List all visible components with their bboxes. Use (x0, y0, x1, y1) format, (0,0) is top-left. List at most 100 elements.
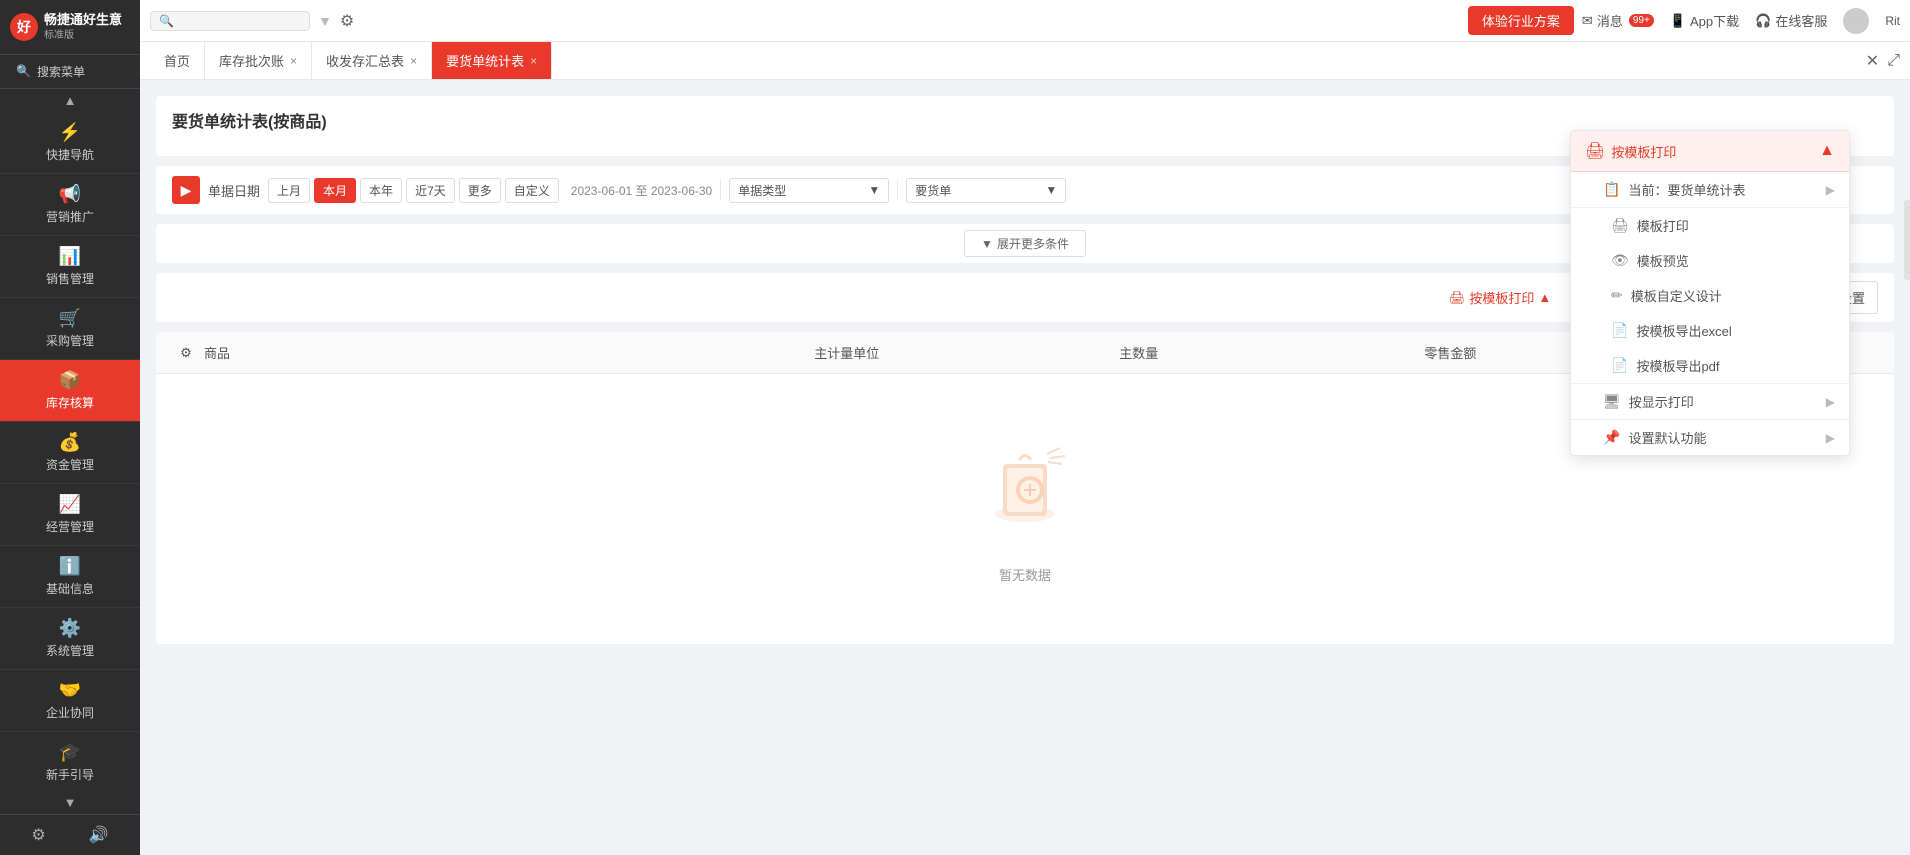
date-btn-last-month[interactable]: 上月 (268, 178, 310, 203)
tab-order-stats[interactable]: 要货单统计表 × (432, 42, 552, 79)
col-unit: 主计量单位 (814, 343, 1119, 362)
expand-more-btn[interactable]: ▼ 展开更多条件 (964, 230, 1086, 257)
window-controls: ✕ ⤢ (1856, 42, 1910, 79)
tab-inventory-batch-close[interactable]: × (290, 55, 297, 67)
scroll-up-btn[interactable]: ▲ (0, 89, 140, 112)
date-btn-more[interactable]: 更多 (459, 178, 501, 203)
dropdown-item-template-excel[interactable]: 📄 按模板导出excel (1571, 313, 1849, 348)
search-menu[interactable]: 🔍 搜索菜单 (0, 55, 140, 89)
quick-nav-icon: ⚡ (59, 122, 81, 143)
display-print-label: 按显示打印 (1629, 392, 1694, 411)
set-default-label: 设置默认功能 (1628, 428, 1706, 447)
col-gear[interactable]: ⚙ (168, 345, 204, 361)
empty-illustration (975, 434, 1075, 553)
col-product-label: 商品 (204, 343, 230, 362)
trial-button[interactable]: 体验行业方案 (1468, 6, 1574, 35)
sidebar-item-system[interactable]: ⚙️ 系统管理 (0, 608, 140, 670)
date-btn-custom[interactable]: 自定义 (505, 178, 559, 203)
order-status-select[interactable]: 要货单 ▼ (906, 178, 1066, 203)
set-default-icon: 📌 (1603, 429, 1620, 446)
display-print-arrow: ▶ (1826, 395, 1835, 409)
tab-order-stats-close[interactable]: × (530, 55, 537, 67)
sidebar-item-marketing[interactable]: 📢 营销推广 (0, 174, 140, 236)
sidebar: 好 畅捷通好生意 标准版 🔍 搜索菜单 ▲ ⚡ 快捷导航 📢 营销推广 📊 销售… (0, 0, 140, 855)
user-avatar[interactable] (1843, 8, 1869, 34)
item-preview-icon: 👁 (1611, 252, 1629, 269)
top-bar-gear-icon[interactable]: ⚙ (340, 11, 354, 31)
sidebar-label-operation: 经营管理 (46, 518, 94, 535)
tab-home[interactable]: 首页 (150, 42, 205, 79)
date-btn-7days[interactable]: 近7天 (406, 178, 455, 203)
dropdown-collapse-btn[interactable]: ▲ (1819, 142, 1835, 160)
dropdown-item-template-print[interactable]: 🖨 模板打印 (1571, 208, 1849, 243)
tab-collection-summary[interactable]: 收发存汇总表 × (312, 42, 432, 79)
col-unit-label: 主计量单位 (814, 343, 879, 362)
sidebar-nav: ⚡ 快捷导航 📢 营销推广 📊 销售管理 🛒 采购管理 📦 库存核算 💰 资金管… (0, 112, 140, 791)
item-pdf-icon: 📄 (1611, 357, 1628, 374)
audio-footer-btn[interactable]: 🔊 (89, 825, 109, 845)
current-template-arrow: ▶ (1826, 183, 1835, 197)
window-maximize-btn[interactable]: ⤢ (1887, 52, 1900, 70)
sidebar-label-inventory: 库存核算 (46, 394, 94, 411)
finance-icon: 💰 (59, 432, 81, 453)
date-btn-this-year[interactable]: 本年 (360, 178, 402, 203)
search-icon: 🔍 (16, 64, 31, 78)
dropdown-display-print[interactable]: 🖥 按显示打印 ▶ (1571, 384, 1849, 419)
window-close-btn[interactable]: ✕ (1866, 51, 1879, 71)
dropdown-item-template-pdf[interactable]: 📄 按模板导出pdf (1571, 348, 1849, 383)
tab-collection-summary-close[interactable]: × (410, 55, 417, 67)
dropdown-item-template-design[interactable]: ✏ 模板自定义设计 (1571, 278, 1849, 313)
basic-icon: ℹ️ (59, 556, 81, 577)
sidebar-item-quick-nav[interactable]: ⚡ 快捷导航 (0, 112, 140, 174)
print-chevron: ▲ (1538, 290, 1551, 305)
sidebar-item-guide[interactable]: 🎓 新手引导 (0, 732, 140, 791)
sidebar-label-collab: 企业协同 (46, 704, 94, 721)
tab-inventory-batch[interactable]: 库存批次账 × (205, 42, 312, 79)
online-service-btn[interactable]: 🎧 在线客服 (1755, 11, 1827, 30)
filter-expand-btn[interactable]: ▶ (172, 176, 200, 204)
scroll-down-btn[interactable]: ▼ (0, 791, 140, 814)
order-type-select[interactable]: 单据类型 ▼ (729, 178, 889, 203)
sidebar-item-sales[interactable]: 📊 销售管理 (0, 236, 140, 298)
filter-divider (720, 180, 721, 200)
sidebar-item-finance[interactable]: 💰 资金管理 (0, 422, 140, 484)
app-download-btn[interactable]: 📱 App下载 (1670, 11, 1739, 30)
current-template-label: 当前：要货单统计表 (1628, 180, 1745, 199)
dropdown-set-default[interactable]: 📌 设置默认功能 ▶ (1571, 420, 1849, 455)
sidebar-item-operation[interactable]: 📈 经营管理 (0, 484, 140, 546)
top-search-icon: 🔍 (159, 14, 174, 28)
top-search-input[interactable] (174, 14, 294, 28)
top-bar-dropdown-arrow[interactable]: ▼ (318, 13, 332, 29)
tabs-bar: 首页 库存批次账 × 收发存汇总表 × 要货单统计表 × ✕ ⤢ (140, 42, 1910, 80)
dropdown-header[interactable]: 🖨 按模板打印 ▲ (1571, 131, 1849, 172)
messages-btn[interactable]: ✉ 消息 99+ (1582, 11, 1654, 30)
top-bar-right: ✉ 消息 99+ 📱 App下载 🎧 在线客服 Rit (1582, 8, 1900, 34)
user-name[interactable]: Rit (1885, 14, 1900, 28)
sidebar-item-purchase[interactable]: 🛒 采购管理 (0, 298, 140, 360)
tab-collection-summary-label: 收发存汇总表 (326, 51, 404, 70)
sales-icon: 📊 (59, 246, 81, 267)
print-btn[interactable]: 🖨 按模板打印 ▲ (1441, 284, 1559, 311)
tab-order-stats-label: 要货单统计表 (446, 51, 524, 70)
dropdown-item-template-preview[interactable]: 👁 模板预览 (1571, 243, 1849, 278)
sidebar-label-basic: 基础信息 (46, 580, 94, 597)
print-label: 按模板打印 (1469, 288, 1534, 307)
dropdown-current-section[interactable]: 📋 当前：要货单统计表 ▶ (1571, 172, 1849, 207)
item-design-icon: ✏ (1611, 287, 1623, 304)
message-icon: ✉ (1582, 13, 1593, 29)
resize-handle[interactable] (1904, 200, 1910, 280)
app-version: 标准版 (44, 29, 122, 42)
sidebar-item-basic[interactable]: ℹ️ 基础信息 (0, 546, 140, 608)
sidebar-item-inventory[interactable]: 📦 库存核算 (0, 360, 140, 422)
messages-label: 消息 (1597, 11, 1623, 30)
top-search-box[interactable]: 🔍 (150, 11, 310, 31)
expand-icon: ▼ (981, 237, 993, 251)
sidebar-item-collab[interactable]: 🤝 企业协同 (0, 670, 140, 732)
online-service-label: 在线客服 (1775, 11, 1827, 30)
date-range: 2023-06-01 至 2023-06-30 (571, 182, 712, 199)
item-print-icon: 🖨 (1611, 217, 1629, 234)
sidebar-label-marketing: 营销推广 (46, 208, 94, 225)
order-status-label: 要货单 (915, 182, 1041, 199)
settings-footer-btn[interactable]: ⚙ (31, 825, 45, 845)
date-btn-this-month[interactable]: 本月 (314, 178, 356, 203)
